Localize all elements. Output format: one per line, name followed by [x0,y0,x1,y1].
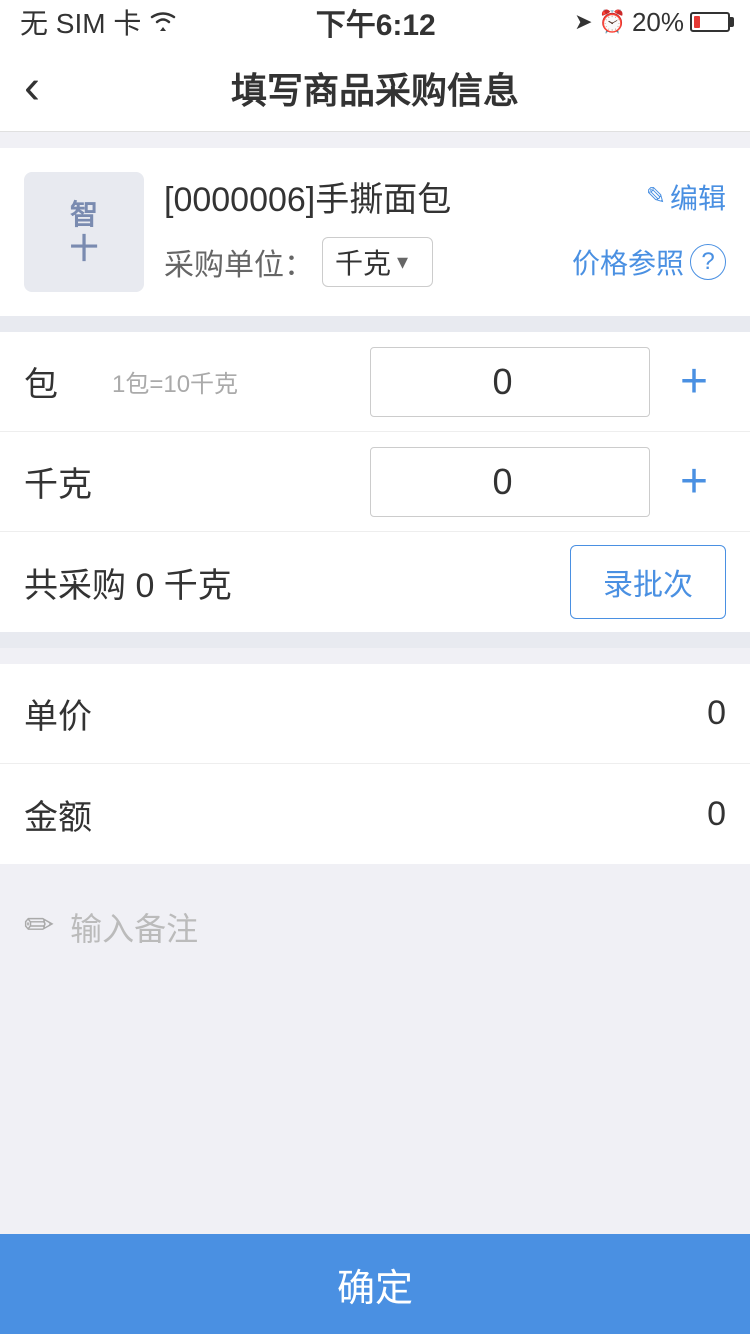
edit-icon: ✎ [646,182,666,211]
input-section: 包 1包=10千克 + 千克 + [0,332,750,532]
bag-sub-label: 1包=10千克 [112,364,238,399]
battery-icon [690,12,730,32]
page-title: 填写商品采购信息 [231,62,519,114]
unit-select[interactable]: 千克 ▾ [322,237,433,287]
bag-input-wrap: + [238,347,726,417]
unit-price-value: 0 [707,694,726,733]
product-logo: 智 十 [70,198,98,265]
summary-text: 共采购 0 千克 [24,558,232,607]
unit-label: 采购单位： [164,240,314,284]
kg-label: 千克 [24,457,104,506]
sim-label: 无 SIM 卡 [20,2,141,42]
product-card: 智 十 [0000006]手撕面包 ✎ 编辑 采购单位： 千克 ▾ 价格参照 [0,148,750,316]
alarm-icon: ⏰ [599,9,626,35]
divider-2 [0,632,750,648]
bag-quantity-input[interactable] [370,347,650,417]
unit-price-row: 单价 0 [0,664,750,764]
amount-row: 金额 0 [0,764,750,864]
price-section: 单价 0 金额 0 [0,664,750,864]
status-right: ➤ ⏰ 20% [574,7,730,38]
status-left: 无 SIM 卡 [20,2,177,42]
note-area[interactable]: ✏ 输入备注 [0,880,750,980]
product-image: 智 十 [24,172,144,292]
amount-value: 0 [707,795,726,834]
wifi-icon [149,7,177,38]
product-name: [0000006]手撕面包 [164,172,451,221]
bag-input-row: 包 1包=10千克 + [0,332,750,432]
battery-percent: 20% [632,7,684,38]
status-time: 下午6:12 [316,0,436,44]
confirm-button[interactable]: 确定 [0,1234,750,1334]
batch-button[interactable]: 录批次 [570,545,726,619]
edit-button[interactable]: ✎ 编辑 [646,177,726,217]
kg-input-wrap: + [104,447,726,517]
nav-bar: ‹ 填写商品采购信息 [0,44,750,132]
product-info: [0000006]手撕面包 ✎ 编辑 采购单位： 千克 ▾ 价格参照 ? [164,172,726,287]
amount-label: 金额 [24,790,92,839]
pencil-icon: ✏ [24,904,54,946]
kg-plus-button[interactable]: + [662,450,726,514]
kg-quantity-input[interactable] [370,447,650,517]
back-button[interactable]: ‹ [24,60,40,115]
bag-label: 包 [24,357,104,406]
summary-row: 共采购 0 千克 录批次 [0,532,750,632]
bag-plus-button[interactable]: + [662,350,726,414]
location-icon: ➤ [574,9,592,35]
price-ref-button[interactable]: 价格参照 ? [572,242,726,282]
kg-input-row: 千克 + [0,432,750,532]
status-bar: 无 SIM 卡 下午6:12 ➤ ⏰ 20% [0,0,750,44]
chevron-down-icon: ▾ [397,249,408,275]
divider-1 [0,316,750,332]
unit-price-label: 单价 [24,689,92,738]
note-placeholder: 输入备注 [70,904,198,950]
price-ref-help-icon: ? [690,244,726,280]
back-icon: ‹ [24,60,40,115]
